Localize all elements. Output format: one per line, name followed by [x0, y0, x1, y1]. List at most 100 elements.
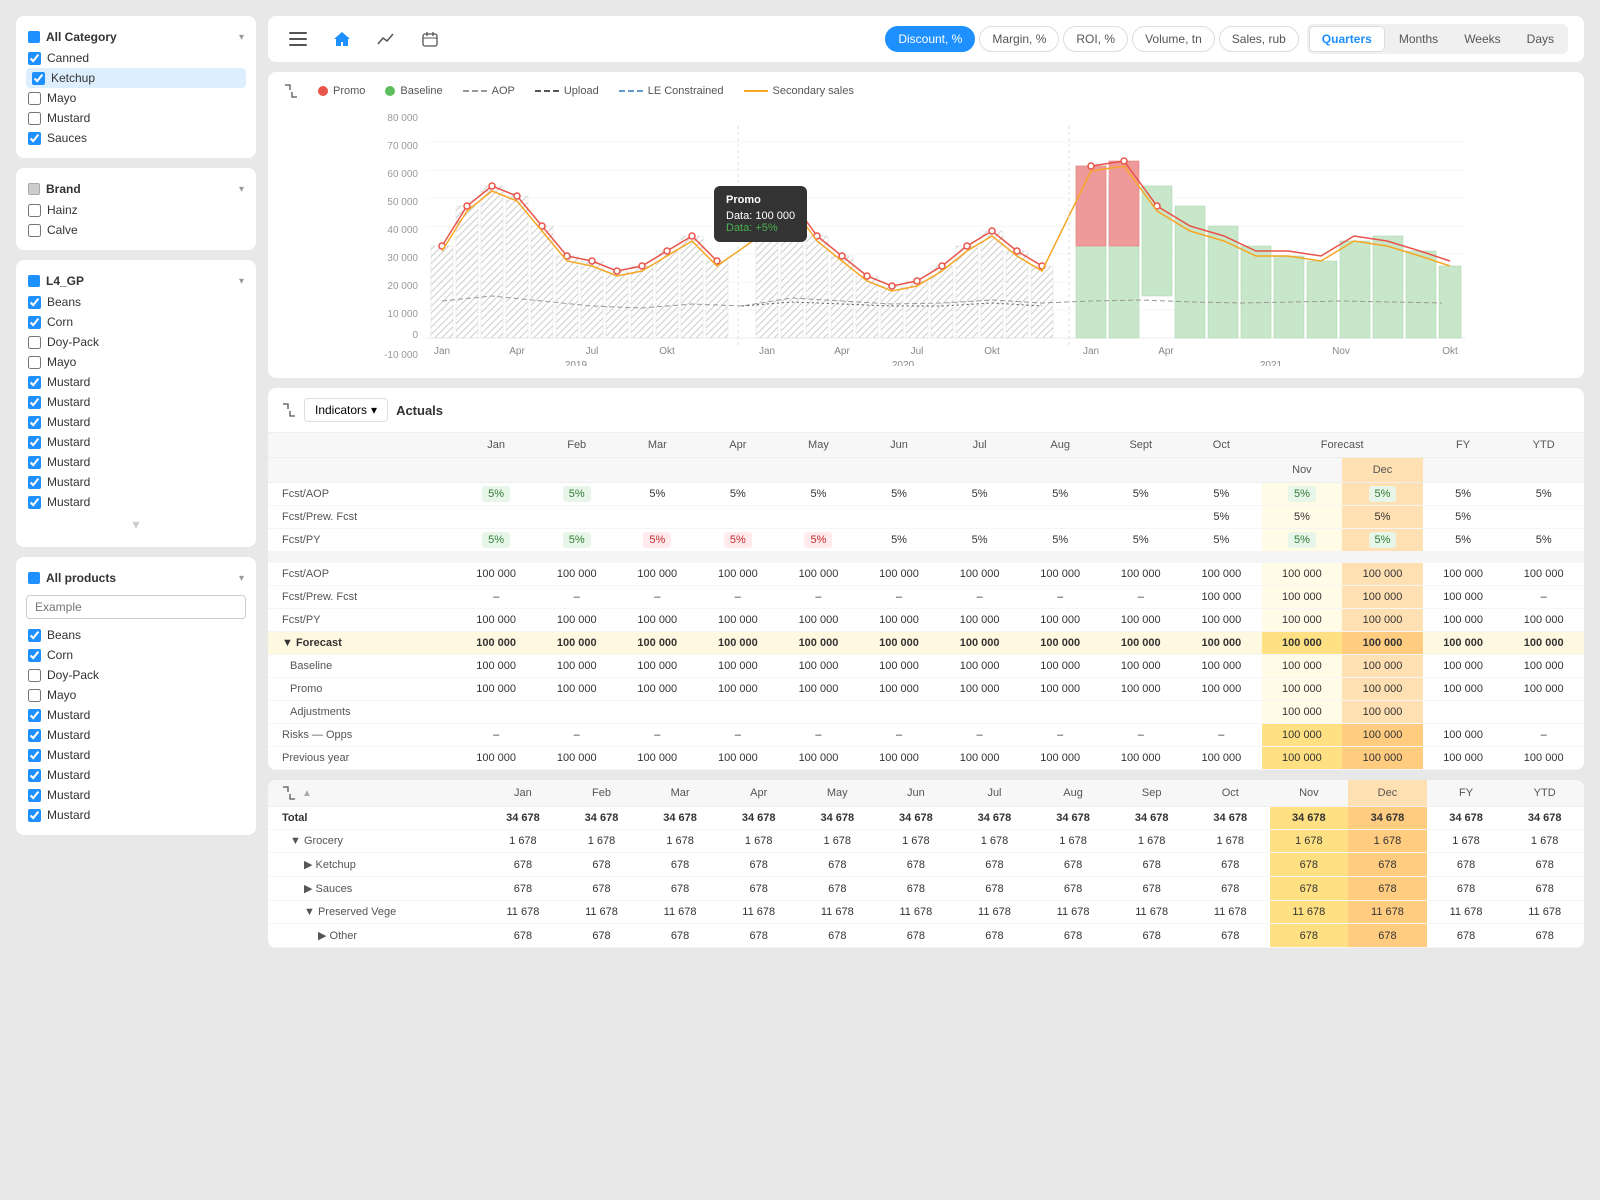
- tab-weeks[interactable]: Weeks: [1452, 26, 1512, 52]
- mayo-l4gp-checkbox[interactable]: [28, 356, 41, 369]
- cell: 5%: [1369, 486, 1397, 502]
- cell: 100 000: [1181, 678, 1262, 701]
- category-header[interactable]: All Category ▾: [26, 26, 246, 48]
- cell: [859, 701, 940, 724]
- cell: [939, 506, 1020, 529]
- mustard-checkbox[interactable]: [28, 112, 41, 125]
- cell: 11 678: [1034, 901, 1113, 924]
- products-search-input[interactable]: [26, 595, 246, 619]
- cell: 100 000: [939, 655, 1020, 678]
- cell: 1 678: [484, 830, 563, 853]
- cell: 678: [719, 877, 798, 901]
- mustard2-prod-checkbox[interactable]: [28, 729, 41, 742]
- mayo-prod-checkbox[interactable]: [28, 689, 41, 702]
- cell: 11 678: [1112, 901, 1191, 924]
- l4gp-label: L4_GP: [46, 274, 84, 288]
- l4gp-chevron[interactable]: ▾: [239, 276, 244, 287]
- cell: 678: [1034, 924, 1113, 948]
- legend-le-label: LE Constrained: [648, 85, 724, 97]
- tab-quarters[interactable]: Quarters: [1309, 26, 1385, 52]
- cell: 100 000: [1100, 655, 1181, 678]
- forecast-data-table: Jan Feb Mar Apr May Jun Jul Aug Sept Oct…: [268, 433, 1584, 770]
- metric-tab-sales[interactable]: Sales, rub: [1219, 26, 1299, 52]
- cell: 678: [1270, 924, 1349, 948]
- cell: [939, 701, 1020, 724]
- cell: 678: [1427, 924, 1506, 948]
- calendar-icon[interactable]: [416, 25, 444, 53]
- svg-text:2021: 2021: [1260, 360, 1283, 366]
- cell: 100 000: [1181, 609, 1262, 632]
- mustard2-l4gp-checkbox[interactable]: [28, 396, 41, 409]
- home-icon[interactable]: [328, 25, 356, 53]
- list-item: Mustard: [26, 765, 246, 785]
- beans-prod-checkbox[interactable]: [28, 629, 41, 642]
- forecast-table-scroll[interactable]: Jan Feb Mar Apr May Jun Jul Aug Sept Oct…: [268, 433, 1584, 770]
- sauces-checkbox[interactable]: [28, 132, 41, 145]
- list-item: Beans: [26, 292, 246, 312]
- corn-l4gp-checkbox[interactable]: [28, 316, 41, 329]
- category-chevron[interactable]: ▾: [239, 32, 244, 43]
- cell: [778, 701, 859, 724]
- baseline-label: Baseline: [268, 655, 456, 678]
- cell: –: [698, 586, 779, 609]
- cell: 100 000: [778, 747, 859, 770]
- mustard6-l4gp-checkbox[interactable]: [28, 476, 41, 489]
- menu-icon[interactable]: [284, 25, 312, 53]
- hainz-checkbox[interactable]: [28, 204, 41, 217]
- tab-months[interactable]: Months: [1387, 26, 1450, 52]
- col-jan: Jan: [484, 780, 563, 807]
- l4gp-header[interactable]: L4_GP ▾: [26, 270, 246, 292]
- allproducts-chevron[interactable]: ▾: [239, 573, 244, 584]
- mustard1-l4gp-checkbox[interactable]: [28, 376, 41, 389]
- doypack-prod-checkbox[interactable]: [28, 669, 41, 682]
- legend-expand[interactable]: [284, 84, 298, 98]
- svg-text:-10 000: -10 000: [384, 350, 418, 361]
- allproducts-header[interactable]: All products ▾: [26, 567, 246, 589]
- corn-prod-checkbox[interactable]: [28, 649, 41, 662]
- ketchup-checkbox[interactable]: [32, 72, 45, 85]
- cell: 678: [1270, 877, 1349, 901]
- tab-days[interactable]: Days: [1515, 26, 1566, 52]
- expand-icon[interactable]: [282, 403, 296, 417]
- cell: 678: [484, 877, 563, 901]
- mustard7-l4gp-checkbox[interactable]: [28, 496, 41, 509]
- col-may: May: [798, 780, 877, 807]
- cell: 678: [484, 853, 563, 877]
- metric-tab-discount[interactable]: Discount, %: [885, 26, 975, 52]
- indicators-button[interactable]: Indicators ▾: [304, 398, 388, 422]
- brand-header[interactable]: Brand ▾: [26, 178, 246, 200]
- canned-checkbox[interactable]: [28, 52, 41, 65]
- bottom-table-scroll[interactable]: ▲ Jan Feb Mar Apr May Jun Jul Aug Sep: [268, 780, 1584, 948]
- mustard6-prod-checkbox[interactable]: [28, 809, 41, 822]
- metric-tab-roi[interactable]: ROI, %: [1063, 26, 1128, 52]
- cell: [1100, 506, 1181, 529]
- metric-tab-margin[interactable]: Margin, %: [979, 26, 1059, 52]
- chart-icon[interactable]: [372, 25, 400, 53]
- cell: 11 678: [798, 901, 877, 924]
- cell: 5%: [1181, 506, 1262, 529]
- cell: 100 000: [1503, 655, 1584, 678]
- calve-checkbox[interactable]: [28, 224, 41, 237]
- cell: 100 000: [1181, 632, 1262, 655]
- doypack-l4gp-checkbox[interactable]: [28, 336, 41, 349]
- mayo-checkbox[interactable]: [28, 92, 41, 105]
- brand-chevron[interactable]: ▾: [239, 184, 244, 195]
- mustard4-prod-checkbox[interactable]: [28, 769, 41, 782]
- list-item: Corn: [26, 312, 246, 332]
- cell: 678: [1505, 877, 1584, 901]
- brand-section: Brand ▾ Hainz Calve: [16, 168, 256, 250]
- mustard3-l4gp-checkbox[interactable]: [28, 416, 41, 429]
- beans-l4gp-checkbox[interactable]: [28, 296, 41, 309]
- calve-label: Calve: [47, 223, 78, 237]
- mustard4-l4gp-checkbox[interactable]: [28, 436, 41, 449]
- expand2-icon[interactable]: [282, 786, 296, 800]
- mustard5-l4gp-checkbox[interactable]: [28, 456, 41, 469]
- cell: [1503, 506, 1584, 529]
- metric-tab-volume[interactable]: Volume, tn: [1132, 26, 1215, 52]
- mustard5-prod-checkbox[interactable]: [28, 789, 41, 802]
- sort-icon[interactable]: ▲: [302, 788, 312, 799]
- cell: 100 000: [536, 747, 617, 770]
- cell: 100 000: [617, 747, 698, 770]
- mustard1-prod-checkbox[interactable]: [28, 709, 41, 722]
- mustard3-prod-checkbox[interactable]: [28, 749, 41, 762]
